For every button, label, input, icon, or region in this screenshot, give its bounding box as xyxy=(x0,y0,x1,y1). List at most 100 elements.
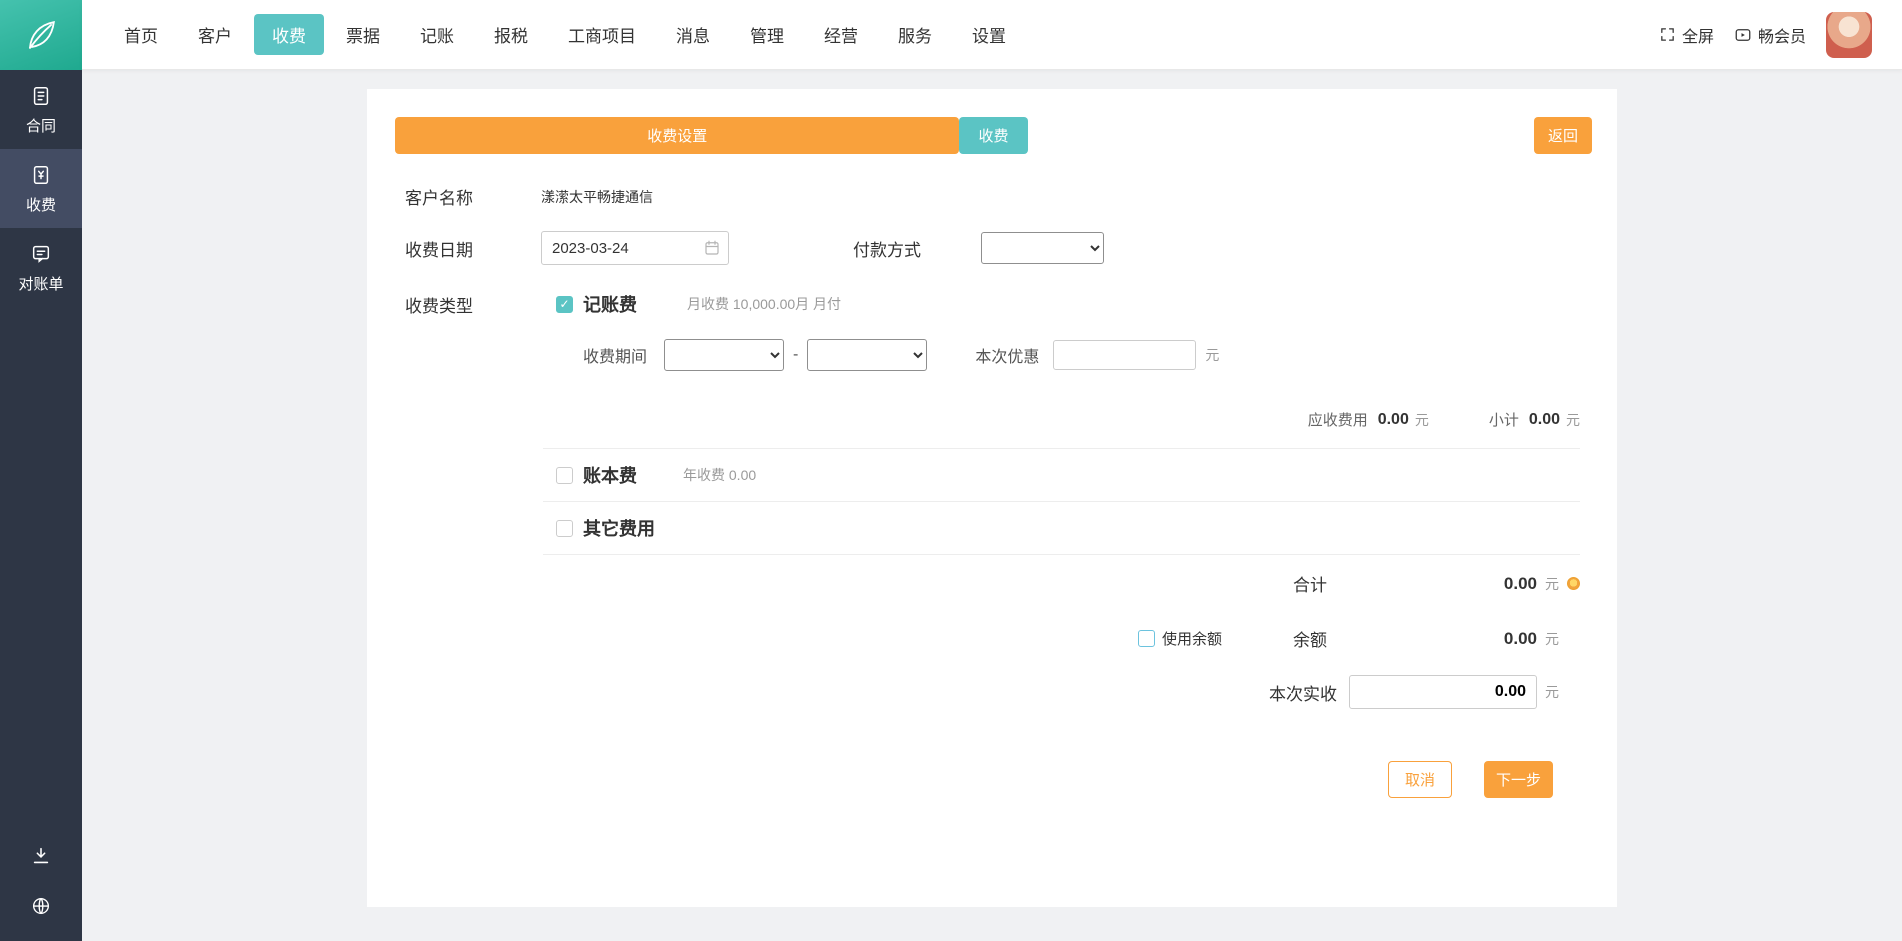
customer-name-value: 漾潆太平畅捷通信 xyxy=(541,188,653,205)
back-button[interactable]: 返回 xyxy=(1533,117,1592,154)
nav-item-bookkeeping[interactable]: 记账 xyxy=(402,14,472,55)
subtotal-value: 0.00 xyxy=(1528,410,1560,428)
charge-type-row: 收费类型 记账费 月收费 10,000.00月 月付 xyxy=(367,291,1617,317)
download-icon[interactable] xyxy=(30,845,52,867)
balance-row: 使用余额 余额 0.00 元 xyxy=(367,626,1617,651)
customer-name-label: 客户名称 xyxy=(405,189,473,208)
top-navigation: 首页 客户 收费 票据 记账 报税 工商项目 消息 管理 经营 服务 设置 全屏… xyxy=(82,0,1902,70)
next-step-button[interactable]: 下一步 xyxy=(1483,761,1553,798)
charge-date-label: 收费日期 xyxy=(405,240,473,260)
bookkeeping-fee-checkbox[interactable] xyxy=(556,295,573,313)
bookkeeping-fee-desc: 月收费 10,000.00月 月付 xyxy=(687,296,842,312)
total-label: 合计 xyxy=(1293,576,1327,595)
cancel-button[interactable]: 取消 xyxy=(1387,761,1452,798)
use-balance-label: 使用余额 xyxy=(1161,631,1222,648)
fee-icon xyxy=(30,164,52,186)
receivable-value: 0.00 xyxy=(1377,410,1409,428)
charge-date-field xyxy=(541,231,729,265)
receivable-label: 应收费用 xyxy=(1307,412,1368,429)
period-start-select[interactable] xyxy=(664,339,785,371)
subtotal-unit: 元 xyxy=(1566,411,1580,428)
nav-item-business-project[interactable]: 工商项目 xyxy=(550,14,654,55)
contract-icon xyxy=(30,85,52,107)
other-fee-name: 其它费用 xyxy=(583,519,655,539)
subtotal-label: 小计 xyxy=(1488,412,1519,429)
actual-received-unit: 元 xyxy=(1545,684,1559,700)
bookkeeping-fee-name: 记账费 xyxy=(583,295,637,315)
period-separator: - xyxy=(793,346,799,363)
statement-icon xyxy=(30,243,52,265)
use-balance-toggle[interactable]: 使用余额 xyxy=(1137,628,1222,649)
customer-row: 客户名称 漾潆太平畅捷通信 xyxy=(367,184,1617,209)
charge-type-label: 收费类型 xyxy=(405,296,473,316)
sidebar-item-fee[interactable]: 收费 xyxy=(0,149,82,228)
coin-icon xyxy=(1567,577,1580,590)
form-actions: 取消 下一步 xyxy=(367,761,1617,798)
balance-value: 0.00 xyxy=(1503,628,1537,648)
payment-method-label: 付款方式 xyxy=(853,240,921,260)
use-balance-checkbox[interactable] xyxy=(1137,630,1155,647)
discount-label: 本次优惠 xyxy=(975,349,1040,366)
globe-icon[interactable] xyxy=(30,895,52,917)
sidebar-item-label: 对账单 xyxy=(18,276,64,293)
nav-item-invoice[interactable]: 票据 xyxy=(328,14,398,55)
topnav-right: 全屏 畅会员 xyxy=(1659,11,1872,58)
charge-tab-button[interactable]: 收费 xyxy=(959,117,1028,154)
ledger-fee-name: 账本费 xyxy=(583,466,637,486)
card-header: 收费设置 收费 返回 xyxy=(367,117,1617,154)
ledger-fee-checkbox[interactable] xyxy=(556,466,573,484)
receivable-row: 应收费用 0.00 元 小计 0.00 元 xyxy=(367,409,1617,430)
nav-item-home[interactable]: 首页 xyxy=(106,14,176,55)
charge-form-card: 收费设置 收费 返回 客户名称 漾潆太平畅捷通信 收费日期 2023-03-24… xyxy=(367,89,1617,907)
fullscreen-button[interactable]: 全屏 xyxy=(1659,23,1714,47)
nav-item-tax[interactable]: 报税 xyxy=(476,14,546,55)
nav-items: 首页 客户 收费 票据 记账 报税 工商项目 消息 管理 经营 服务 设置 xyxy=(106,14,1024,55)
discount-unit: 元 xyxy=(1205,347,1220,363)
total-value: 0.00 xyxy=(1503,573,1537,593)
period-end-select[interactable] xyxy=(807,339,928,371)
nav-item-settings[interactable]: 设置 xyxy=(954,14,1024,55)
fee-settings-button[interactable]: 收费设置 xyxy=(395,117,960,154)
total-unit: 元 xyxy=(1545,575,1559,592)
sidebar-item-contract[interactable]: 合同 xyxy=(0,70,82,149)
main-column: 首页 客户 收费 票据 记账 报税 工商项目 消息 管理 经营 服务 设置 全屏… xyxy=(82,0,1902,941)
total-row: 合计 0.00 元 xyxy=(367,571,1617,596)
member-button[interactable]: 畅会员 xyxy=(1734,23,1806,47)
member-label: 畅会员 xyxy=(1757,28,1806,46)
avatar[interactable] xyxy=(1826,11,1872,58)
actual-received-label: 本次实收 xyxy=(1269,684,1337,704)
app-root: 合同 收费 对账单 首页 客户 收费 票据 记账 报税 工商项目 消息 管理 经… xyxy=(0,0,1902,941)
nav-item-customer[interactable]: 客户 xyxy=(180,14,250,55)
sidebar-item-label: 合同 xyxy=(25,118,56,135)
balance-label: 余额 xyxy=(1293,631,1327,650)
other-fee-row: 其它费用 xyxy=(367,502,1617,554)
actual-received-input[interactable] xyxy=(1349,675,1537,709)
content-area: 收费设置 收费 返回 客户名称 漾潆太平畅捷通信 收费日期 2023-03-24… xyxy=(82,70,1902,941)
date-row: 收费日期 付款方式 xyxy=(367,231,1617,265)
fullscreen-icon xyxy=(1659,26,1676,43)
balance-unit: 元 xyxy=(1545,630,1559,647)
sidebar-item-statement[interactable]: 对账单 xyxy=(0,228,82,307)
charge-date-input[interactable] xyxy=(541,231,729,265)
nav-item-operation[interactable]: 经营 xyxy=(806,14,876,55)
payment-method-select[interactable] xyxy=(981,232,1104,264)
charge-period-label: 收费期间 xyxy=(583,349,648,366)
fullscreen-label: 全屏 xyxy=(1681,28,1714,46)
ledger-fee-row: 账本费 年收费 0.00 xyxy=(367,449,1617,501)
nav-item-message[interactable]: 消息 xyxy=(658,14,728,55)
member-video-icon xyxy=(1734,26,1752,44)
nav-item-fee[interactable]: 收费 xyxy=(254,14,324,55)
ledger-fee-desc: 年收费 0.00 xyxy=(683,467,757,483)
nav-item-service[interactable]: 服务 xyxy=(880,14,950,55)
actual-received-row: 本次实收 元 xyxy=(367,675,1617,709)
nav-item-management[interactable]: 管理 xyxy=(732,14,802,55)
receivable-unit: 元 xyxy=(1414,411,1429,428)
discount-input[interactable] xyxy=(1053,340,1197,370)
divider xyxy=(543,554,1580,555)
app-logo[interactable] xyxy=(0,0,82,70)
calendar-icon[interactable] xyxy=(703,239,721,257)
other-fee-checkbox[interactable] xyxy=(556,519,573,537)
sidebar-bottom xyxy=(30,845,52,941)
charge-period-row: 收费期间 - 本次优惠 元 xyxy=(367,339,1617,371)
sidebar-item-label: 收费 xyxy=(25,197,56,214)
